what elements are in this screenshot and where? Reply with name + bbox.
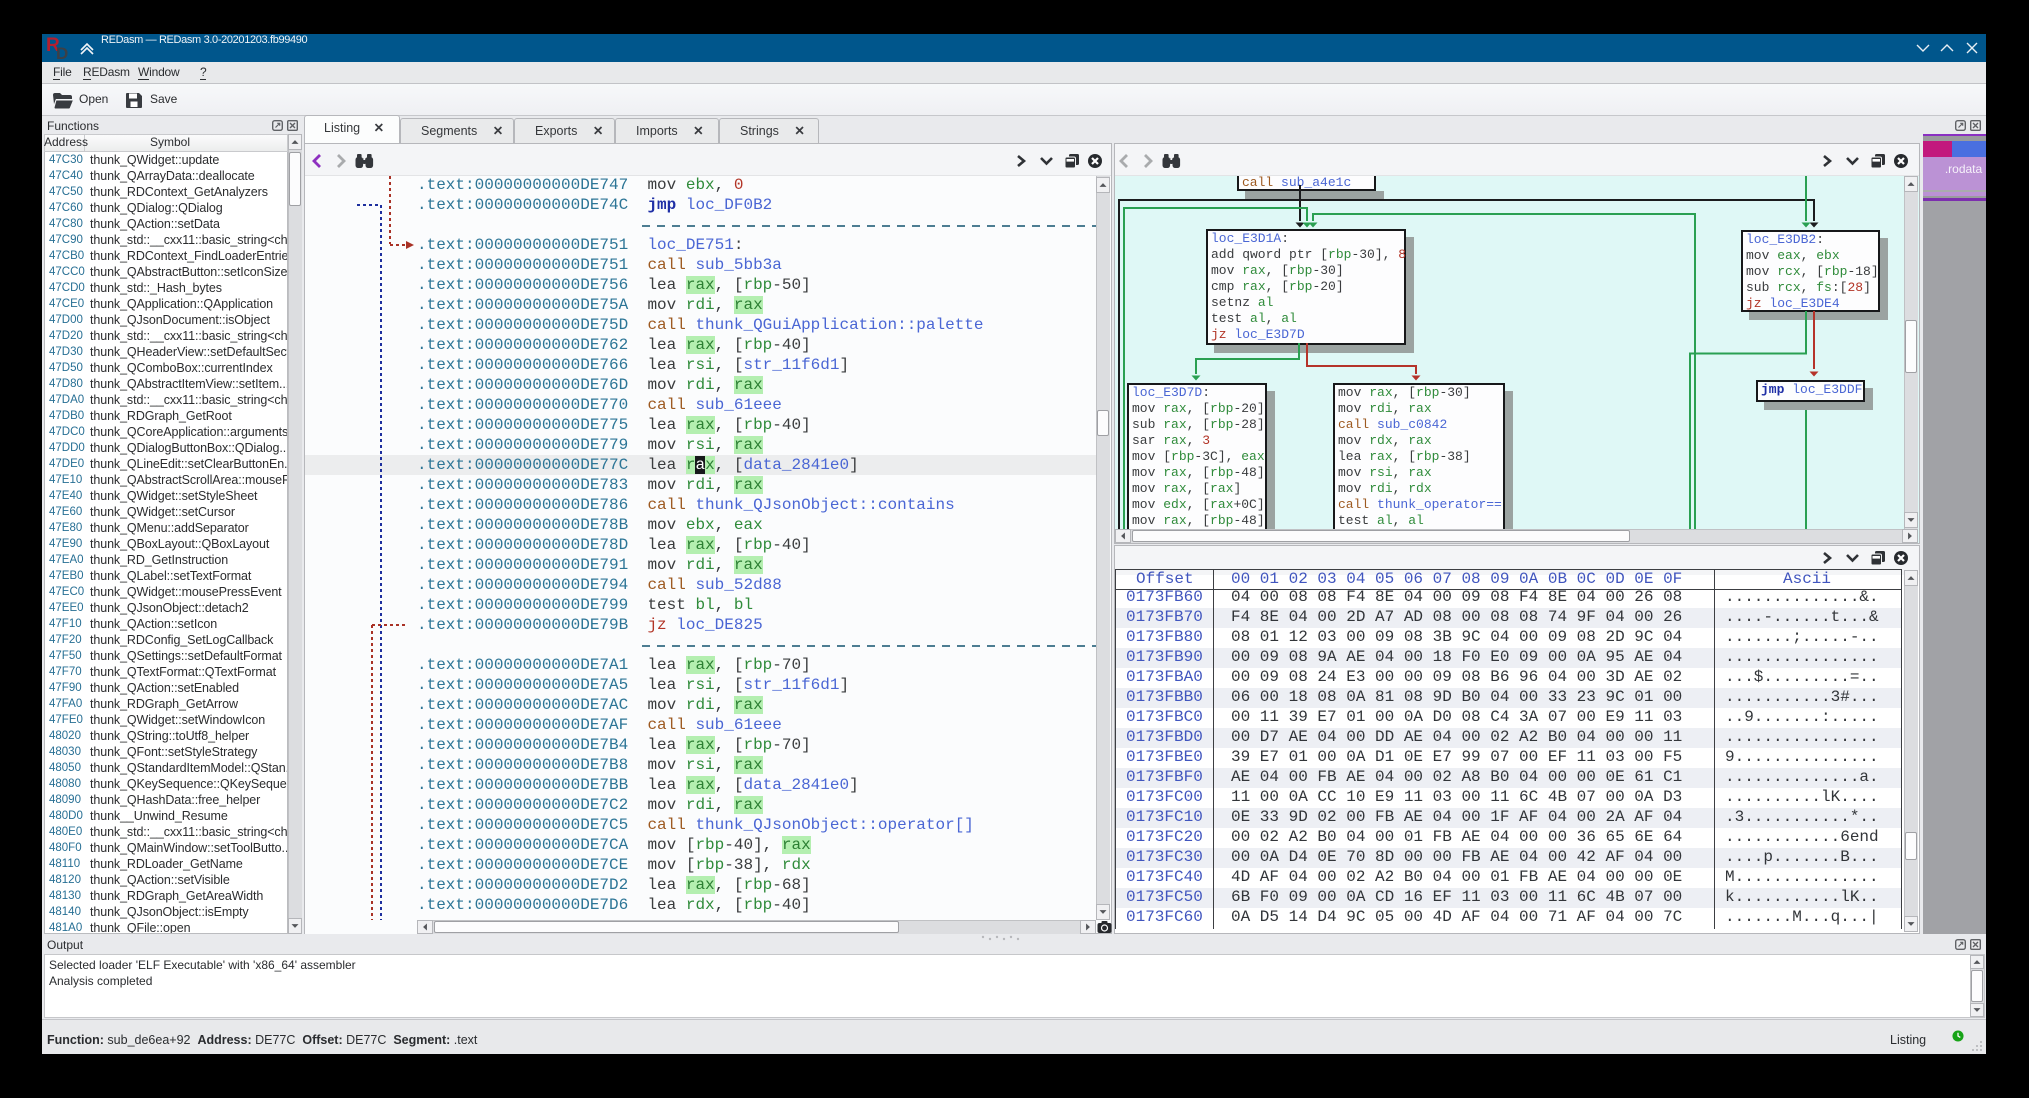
svg-text:D: D [56, 44, 68, 63]
